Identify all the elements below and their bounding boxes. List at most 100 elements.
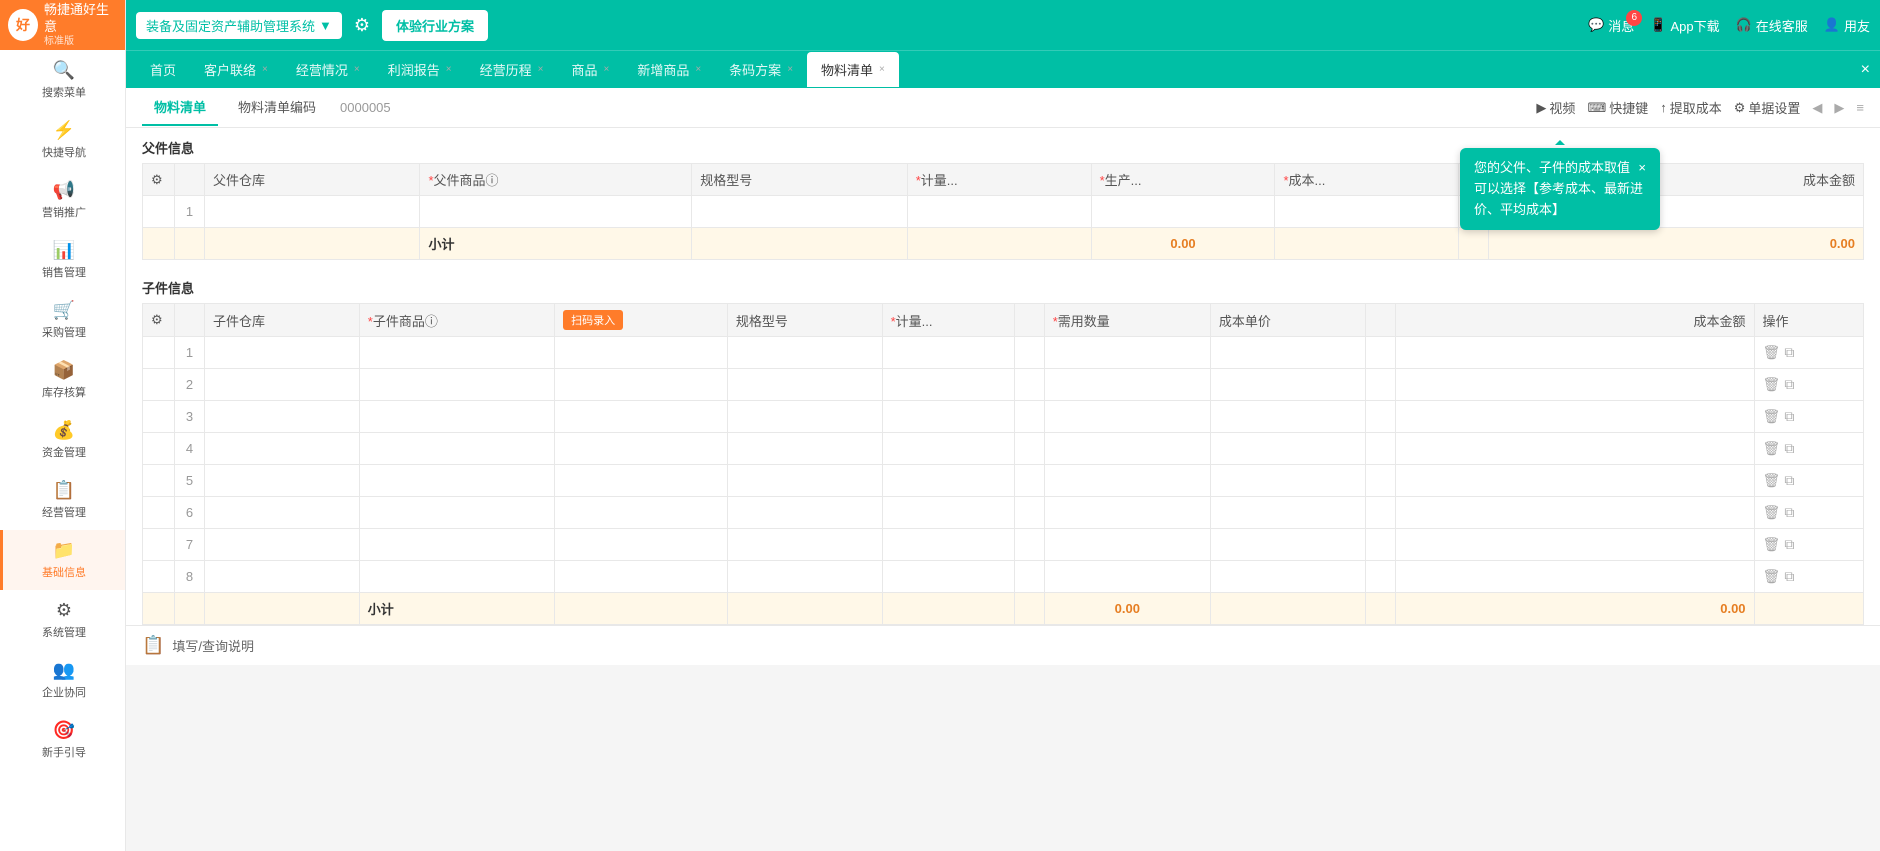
- parent-row-cost[interactable]: [1275, 196, 1459, 228]
- nav-tab-close-6[interactable]: ×: [695, 64, 701, 75]
- child-row-unit-1[interactable]: [882, 369, 1014, 401]
- extract-cost-action[interactable]: ↑ 提取成本: [1660, 98, 1722, 117]
- child-delete-btn-6[interactable]: 🗑: [1763, 536, 1781, 553]
- child-row-warehouse-2[interactable]: [205, 401, 360, 433]
- child-row-product-4[interactable]: [359, 465, 554, 497]
- sidebar-item-9[interactable]: ⚙系统管理: [0, 590, 125, 650]
- child-copy-btn-5[interactable]: ⧉: [1784, 504, 1794, 521]
- sidebar-item-10[interactable]: 👥企业协同: [0, 650, 125, 710]
- nav-next-icon[interactable]: ▶: [1834, 100, 1844, 116]
- child-row-unit-price-3[interactable]: [1210, 433, 1365, 465]
- child-row-unit-2[interactable]: [882, 401, 1014, 433]
- child-row-unit-price-2[interactable]: [1210, 401, 1365, 433]
- nav-tab-close-8[interactable]: ×: [879, 64, 885, 75]
- child-copy-btn-1[interactable]: ⧉: [1784, 376, 1794, 393]
- nav-prev-icon[interactable]: ◀: [1812, 100, 1822, 116]
- nav-tab-7[interactable]: 条码方案×: [715, 52, 807, 87]
- message-action[interactable]: 💬 消息 6: [1588, 16, 1634, 35]
- child-row-spec-0[interactable]: [727, 337, 882, 369]
- child-delete-btn-4[interactable]: 🗑: [1763, 472, 1781, 489]
- parent-row-product[interactable]: [420, 196, 692, 228]
- child-row-qty-7[interactable]: [1044, 561, 1210, 593]
- child-copy-btn-2[interactable]: ⧉: [1784, 408, 1794, 425]
- sidebar-item-11[interactable]: 🎯新手引导: [0, 710, 125, 770]
- child-row-warehouse-6[interactable]: [205, 529, 360, 561]
- child-row-qty-3[interactable]: [1044, 433, 1210, 465]
- nav-tab-close-1[interactable]: ×: [262, 64, 268, 75]
- child-delete-btn-2[interactable]: 🗑: [1763, 408, 1781, 425]
- app-download-action[interactable]: 📱 App下载: [1650, 16, 1719, 35]
- child-row-spec-5[interactable]: [727, 497, 882, 529]
- sidebar-item-0[interactable]: 🔍搜索菜单: [0, 50, 125, 110]
- nav-tab-3[interactable]: 利润报告×: [374, 52, 466, 87]
- child-row-unit-0[interactable]: [882, 337, 1014, 369]
- parent-row-produce[interactable]: [1091, 196, 1275, 228]
- nav-tab-2[interactable]: 经营情况×: [282, 52, 374, 87]
- parent-row-warehouse[interactable]: [205, 196, 420, 228]
- sidebar-item-1[interactable]: ⚡快捷导航: [0, 110, 125, 170]
- scan-btn[interactable]: 扫码录入: [563, 310, 623, 330]
- child-copy-btn-6[interactable]: ⧉: [1784, 536, 1794, 553]
- tooltip-close-btn[interactable]: ×: [1638, 158, 1646, 179]
- child-row-product-7[interactable]: [359, 561, 554, 593]
- child-row-unit-3[interactable]: [882, 433, 1014, 465]
- child-copy-btn-4[interactable]: ⧉: [1784, 472, 1794, 489]
- child-row-qty-0[interactable]: [1044, 337, 1210, 369]
- nav-tab-close-2[interactable]: ×: [354, 64, 360, 75]
- nav-tab-4[interactable]: 经营历程×: [466, 52, 558, 87]
- nav-tab-close-3[interactable]: ×: [446, 64, 452, 75]
- child-row-product-5[interactable]: [359, 497, 554, 529]
- video-action[interactable]: ▶ 视频: [1536, 98, 1575, 117]
- nav-tab-6[interactable]: 新增商品×: [623, 52, 715, 87]
- child-row-unit-5[interactable]: [882, 497, 1014, 529]
- user-action[interactable]: 👤 用友: [1824, 16, 1870, 35]
- child-row-spec-4[interactable]: [727, 465, 882, 497]
- child-row-unit-price-0[interactable]: [1210, 337, 1365, 369]
- nav-tab-0[interactable]: 首页: [136, 52, 190, 87]
- child-row-warehouse-4[interactable]: [205, 465, 360, 497]
- nav-tab-close-4[interactable]: ×: [538, 64, 544, 75]
- sub-tab-code[interactable]: 物料清单编码: [226, 89, 328, 126]
- child-delete-btn-5[interactable]: 🗑: [1763, 504, 1781, 521]
- trial-button[interactable]: 体验行业方案: [382, 10, 488, 41]
- topbar-gear-icon[interactable]: ⚙: [346, 11, 378, 40]
- child-row-product-0[interactable]: [359, 337, 554, 369]
- list-view-icon[interactable]: ≡: [1856, 100, 1864, 115]
- child-row-warehouse-7[interactable]: [205, 561, 360, 593]
- online-service-action[interactable]: 🎧 在线客服: [1736, 16, 1808, 35]
- shortcut-action[interactable]: ⌨ 快捷键: [1587, 98, 1648, 117]
- child-row-unit-price-7[interactable]: [1210, 561, 1365, 593]
- child-row-qty-4[interactable]: [1044, 465, 1210, 497]
- child-row-warehouse-1[interactable]: [205, 369, 360, 401]
- sidebar-item-2[interactable]: 📢营销推广: [0, 170, 125, 230]
- nav-tab-close-7[interactable]: ×: [787, 64, 793, 75]
- nav-tab-8[interactable]: 物料清单×: [807, 52, 899, 87]
- child-delete-btn-0[interactable]: 🗑: [1763, 344, 1781, 361]
- sidebar-item-4[interactable]: 🛒采购管理: [0, 290, 125, 350]
- child-copy-btn-3[interactable]: ⧉: [1784, 440, 1794, 457]
- child-delete-btn-3[interactable]: 🗑: [1763, 440, 1781, 457]
- child-row-qty-5[interactable]: [1044, 497, 1210, 529]
- sidebar-item-3[interactable]: 📊销售管理: [0, 230, 125, 290]
- sidebar-item-5[interactable]: 📦库存核算: [0, 350, 125, 410]
- bill-settings-action[interactable]: ⚙ 单据设置: [1734, 98, 1801, 117]
- child-row-product-3[interactable]: [359, 433, 554, 465]
- child-row-unit-price-4[interactable]: [1210, 465, 1365, 497]
- sidebar-item-8[interactable]: 📁基础信息: [0, 530, 125, 590]
- child-row-unit-price-1[interactable]: [1210, 369, 1365, 401]
- child-row-spec-6[interactable]: [727, 529, 882, 561]
- child-row-warehouse-0[interactable]: [205, 337, 360, 369]
- parent-col-gear[interactable]: ⚙: [143, 164, 175, 196]
- child-row-product-2[interactable]: [359, 401, 554, 433]
- sidebar-item-6[interactable]: 💰资金管理: [0, 410, 125, 470]
- child-delete-btn-1[interactable]: 🗑: [1763, 376, 1781, 393]
- child-row-spec-1[interactable]: [727, 369, 882, 401]
- sub-tab-bill[interactable]: 物料清单: [142, 89, 218, 126]
- child-row-warehouse-5[interactable]: [205, 497, 360, 529]
- child-row-spec-7[interactable]: [727, 561, 882, 593]
- child-row-warehouse-3[interactable]: [205, 433, 360, 465]
- close-all-tabs-icon[interactable]: ×: [1861, 61, 1870, 79]
- nav-tab-1[interactable]: 客户联络×: [190, 52, 282, 87]
- system-selector[interactable]: 装备及固定资产辅助管理系统 ▼: [136, 12, 342, 39]
- child-row-unit-7[interactable]: [882, 561, 1014, 593]
